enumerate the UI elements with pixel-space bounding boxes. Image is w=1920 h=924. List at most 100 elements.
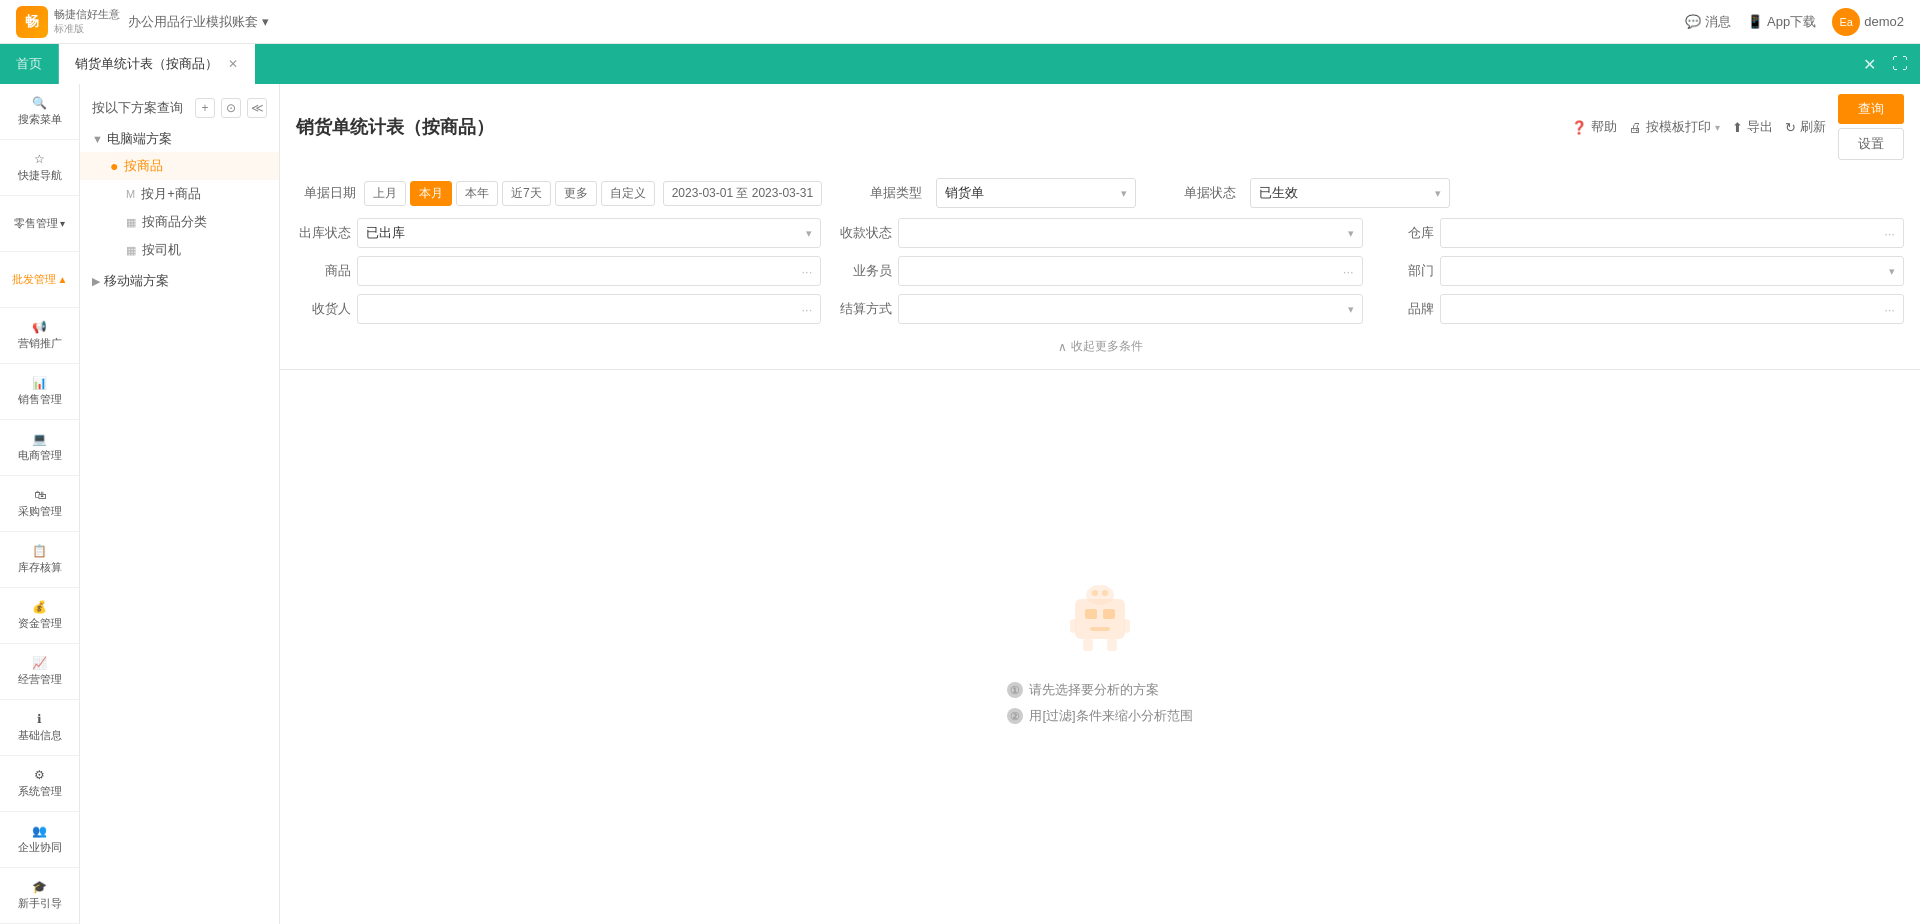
- help-icon: ❓: [1571, 120, 1587, 135]
- sidebar-item-search[interactable]: 🔍 搜索菜单: [0, 84, 79, 140]
- doc-type-select[interactable]: 销货单 ▾: [936, 178, 1136, 208]
- finance-icon: 💰: [32, 600, 47, 614]
- filter-item-product: 商品 ···: [296, 256, 821, 286]
- receipt-status-select[interactable]: ▾: [898, 218, 1362, 248]
- sidebar-item-guide[interactable]: 🎓 新手引导: [0, 868, 79, 924]
- warehouse-input[interactable]: ···: [1440, 218, 1904, 248]
- header-left: 畅 畅捷信好生意 标准版 办公用品行业模拟账套 ▾: [16, 6, 269, 38]
- marketing-icon: 📢: [32, 320, 47, 334]
- payment-method-select[interactable]: ▾: [898, 294, 1362, 324]
- tree-item-month-product[interactable]: M 按月+商品: [96, 180, 279, 208]
- refresh-btn[interactable]: ↻ 刷新: [1785, 118, 1826, 136]
- warehouse-label: 仓库: [1379, 224, 1434, 242]
- product-label: 商品: [296, 262, 351, 280]
- sidebar-item-corp-collab[interactable]: 👥 企业协同: [0, 812, 79, 868]
- app-download-btn[interactable]: 📱 App下载: [1747, 13, 1816, 31]
- sidebar-item-ecommerce[interactable]: 💻 电商管理: [0, 420, 79, 476]
- tab-expand-btn[interactable]: ⛶: [1888, 51, 1912, 77]
- sidebar-item-marketing[interactable]: 📢 营销推广: [0, 308, 79, 364]
- avatar: Ea: [1832, 8, 1860, 36]
- tip-num-2: ②: [1007, 708, 1023, 724]
- tab-close-icon[interactable]: ✕: [228, 57, 238, 71]
- message-btn[interactable]: 💬 消息: [1685, 13, 1731, 31]
- workspace-selector[interactable]: 办公用品行业模拟账套 ▾: [128, 13, 269, 31]
- corp-collab-icon: 👥: [32, 824, 47, 838]
- operations-icon: 📈: [32, 656, 47, 670]
- svg-rect-4: [1070, 619, 1076, 633]
- filter-item-sales-rep: 业务员 ···: [837, 256, 1362, 286]
- tab-bar: 首页 销货单统计表（按商品） ✕ ✕ ⛶: [0, 44, 1920, 84]
- sidebar-item-system[interactable]: ⚙ 系统管理: [0, 756, 79, 812]
- tab-bar-actions: ✕ ⛶: [1859, 44, 1920, 84]
- svg-rect-3: [1090, 627, 1110, 631]
- stock-out-select[interactable]: 已出库 ▾: [357, 218, 821, 248]
- purchase-icon: 🛍: [34, 488, 46, 502]
- sidebar-item-sales[interactable]: 📊 销售管理: [0, 364, 79, 420]
- svg-rect-5: [1124, 619, 1130, 633]
- sidebar-item-quicknav[interactable]: ☆ 快捷导航: [0, 140, 79, 196]
- filter-item-stock-out: 出库状态 已出库 ▾: [296, 218, 821, 248]
- brand-dots-icon: ···: [1884, 302, 1895, 317]
- template-print-btn[interactable]: 🖨 按模板打印 ▾: [1629, 118, 1720, 136]
- filter-item-receiver: 收货人 ···: [296, 294, 821, 324]
- date-current-btn[interactable]: 本月: [410, 181, 452, 206]
- sidebar-item-basics[interactable]: ℹ 基础信息: [0, 700, 79, 756]
- doc-status-select[interactable]: 已生效 ▾: [1250, 178, 1450, 208]
- tree-item-product-category[interactable]: ▦ 按商品分类: [96, 208, 279, 236]
- department-select[interactable]: ▾: [1440, 256, 1904, 286]
- date-7days-btn[interactable]: 近7天: [502, 181, 551, 206]
- tab-sales-report[interactable]: 销货单统计表（按商品） ✕: [59, 44, 255, 84]
- svg-point-8: [1086, 585, 1114, 605]
- date-custom-btn[interactable]: 自定义: [601, 181, 655, 206]
- refresh-icon: ↻: [1785, 120, 1796, 135]
- active-scheme-icon: ●: [110, 158, 118, 174]
- export-btn[interactable]: ⬆ 导出: [1732, 118, 1773, 136]
- sidebar-item-finance[interactable]: 💰 资金管理: [0, 588, 79, 644]
- brand-input[interactable]: ···: [1440, 294, 1904, 324]
- sidebar: 🔍 搜索菜单 ☆ 快捷导航 零售管理 ▾ 批发管理 ▲ 📢 营销推广 📊 销售管…: [0, 84, 80, 924]
- expand-icon: ▼: [92, 133, 103, 145]
- tree-item-by-driver[interactable]: ▦ 按司机: [96, 236, 279, 264]
- logo-area: 畅 畅捷信好生意 标准版: [16, 6, 120, 38]
- tree-group-desktop-title[interactable]: ▼ 电脑端方案: [80, 126, 279, 152]
- settings-button[interactable]: 设置: [1838, 128, 1904, 160]
- sidebar-item-inventory[interactable]: 📋 库存核算: [0, 532, 79, 588]
- user-menu[interactable]: Ea demo2: [1832, 8, 1904, 36]
- filter-row-3: 商品 ··· 业务员 ··· 部门: [296, 256, 1904, 286]
- date-prev-btn[interactable]: 上月: [364, 181, 406, 206]
- tree-item-by-product[interactable]: ● 按商品: [80, 152, 279, 180]
- empty-illustration: [1050, 569, 1150, 669]
- sidebar-item-retail[interactable]: 零售管理 ▾: [0, 196, 79, 252]
- sidebar-item-purchase[interactable]: 🛍 采购管理: [0, 476, 79, 532]
- empty-tips: ① 请先选择要分析的方案 ② 用[过滤]条件来缩小分析范围: [1007, 681, 1192, 725]
- tree-group-mobile-title[interactable]: ▶ 移动端方案: [80, 268, 279, 294]
- tab-home[interactable]: 首页: [0, 44, 59, 84]
- ecommerce-icon: 💻: [32, 432, 47, 446]
- edit-scheme-btn[interactable]: ⊙: [221, 98, 241, 118]
- sidebar-item-operations[interactable]: 📈 经营管理: [0, 644, 79, 700]
- query-button[interactable]: 查询: [1838, 94, 1904, 124]
- tab-close-btn[interactable]: ✕: [1859, 51, 1880, 78]
- print-icon: 🖨: [1629, 120, 1642, 135]
- collapse-bar[interactable]: ∧ 收起更多条件: [296, 332, 1904, 357]
- collapse-up-icon: ∧: [1058, 340, 1067, 354]
- empty-tip-1: ① 请先选择要分析的方案: [1007, 681, 1192, 699]
- date-year-btn[interactable]: 本年: [456, 181, 498, 206]
- collapse-panel-btn[interactable]: ≪: [247, 98, 267, 118]
- receiver-input[interactable]: ···: [357, 294, 821, 324]
- date-more-btn[interactable]: 更多: [555, 181, 597, 206]
- sidebar-item-wholesale[interactable]: 批发管理 ▲: [0, 252, 79, 308]
- add-scheme-btn[interactable]: +: [195, 98, 215, 118]
- help-btn[interactable]: ❓ 帮助: [1571, 118, 1617, 136]
- tree-group-desktop: ▼ 电脑端方案 ● 按商品 M 按月+商品 ▦ 按商品分类: [80, 126, 279, 264]
- sales-rep-label: 业务员: [837, 262, 892, 280]
- tip-num-1: ①: [1007, 682, 1023, 698]
- date-range-input[interactable]: 2023-03-01 至 2023-03-31: [663, 181, 822, 206]
- sales-rep-input[interactable]: ···: [898, 256, 1362, 286]
- date-quick-btns: 上月 本月 本年 近7天 更多 自定义: [364, 181, 655, 206]
- product-input[interactable]: ···: [357, 256, 821, 286]
- svg-rect-6: [1083, 639, 1093, 651]
- stock-out-label: 出库状态: [296, 224, 351, 242]
- svg-rect-7: [1107, 639, 1117, 651]
- collapsed-icon: ▶: [92, 275, 100, 288]
